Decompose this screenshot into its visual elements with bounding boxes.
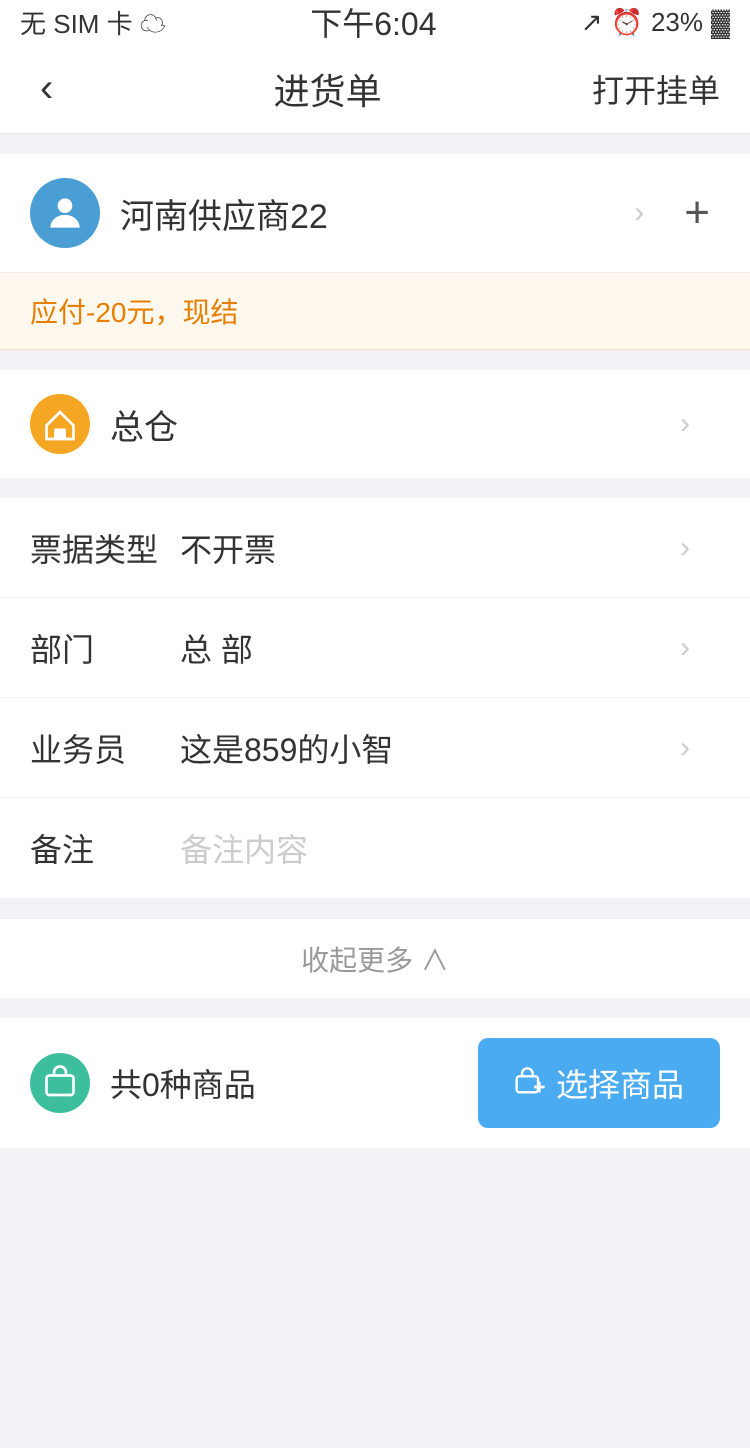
remark-label: 备注: [30, 825, 180, 871]
remark-input[interactable]: 备注内容: [180, 825, 720, 871]
salesperson-chevron: ›: [680, 731, 690, 765]
battery-icon: ▓: [711, 7, 730, 38]
status-right: ↗ ⏰ 23% ▓: [581, 7, 730, 38]
form-section: 票据类型 不开票 › 部门 总 部 › 业务员 这是859的小智 › 备注 备注…: [0, 498, 750, 898]
add-cart-icon: [514, 1067, 546, 1099]
section-gap-1: [0, 134, 750, 154]
status-time: 下午6:04: [310, 0, 436, 45]
location-icon: ↗: [581, 7, 603, 38]
invoice-type-value: 不开票: [180, 525, 680, 571]
salesperson-row[interactable]: 业务员 这是859的小智 ›: [0, 698, 750, 798]
salesperson-label: 业务员: [30, 725, 180, 771]
select-product-button[interactable]: 选择商品: [478, 1038, 720, 1128]
nav-bar: ‹ 进货单 打开挂单: [0, 44, 750, 134]
invoice-type-row[interactable]: 票据类型 不开票 ›: [0, 498, 750, 598]
select-product-label: 选择商品: [556, 1060, 684, 1106]
salesperson-value: 这是859的小智: [180, 725, 680, 771]
remark-row[interactable]: 备注 备注内容: [0, 798, 750, 898]
warehouse-icon-wrap: [30, 394, 90, 454]
department-label: 部门: [30, 625, 180, 671]
warehouse-icon: [42, 406, 78, 442]
person-icon: [43, 191, 87, 235]
product-count: 共0种商品: [110, 1060, 478, 1106]
warehouse-section: 总仓 ›: [0, 370, 750, 478]
cart-icon: [42, 1065, 78, 1101]
department-row[interactable]: 部门 总 部 ›: [0, 598, 750, 698]
collapse-label: 收起更多 ∧: [301, 939, 449, 979]
page-rest: [0, 1148, 750, 1448]
supplier-name: 河南供应商22: [120, 189, 634, 238]
supplier-avatar: [30, 178, 100, 248]
warehouse-label: 总仓: [110, 400, 680, 449]
invoice-type-label: 票据类型: [30, 525, 180, 571]
page-title: 进货单: [274, 63, 382, 115]
collapse-row[interactable]: 收起更多 ∧: [0, 918, 750, 998]
notice-banner: 应付-20元，现结: [0, 273, 750, 350]
alarm-icon: ⏰: [611, 7, 643, 38]
supplier-chevron-icon: ›: [634, 196, 644, 230]
notice-text: 应付-20元，现结: [30, 297, 238, 328]
warehouse-row[interactable]: 总仓 ›: [0, 370, 750, 478]
supplier-row[interactable]: 河南供应商22 › +: [0, 154, 750, 273]
status-left: 无 SIM 卡 ☁: [20, 4, 166, 41]
warehouse-chevron-icon: ›: [680, 407, 690, 441]
department-chevron: ›: [680, 631, 690, 665]
department-value: 总 部: [180, 625, 680, 671]
back-button[interactable]: ‹: [30, 56, 63, 121]
bottom-bar: 共0种商品 选择商品: [0, 1018, 750, 1148]
battery-level: 23%: [651, 7, 703, 38]
add-supplier-button[interactable]: +: [674, 188, 720, 238]
open-pending-button[interactable]: 打开挂单: [592, 66, 720, 112]
invoice-type-chevron: ›: [680, 531, 690, 565]
supplier-section: 河南供应商22 › + 应付-20元，现结: [0, 154, 750, 350]
status-bar: 无 SIM 卡 ☁ 下午6:04 ↗ ⏰ 23% ▓: [0, 0, 750, 44]
section-gap-2: [0, 350, 750, 370]
product-icon-wrap: [30, 1053, 90, 1113]
sim-status: 无 SIM 卡 ☁: [20, 4, 166, 41]
